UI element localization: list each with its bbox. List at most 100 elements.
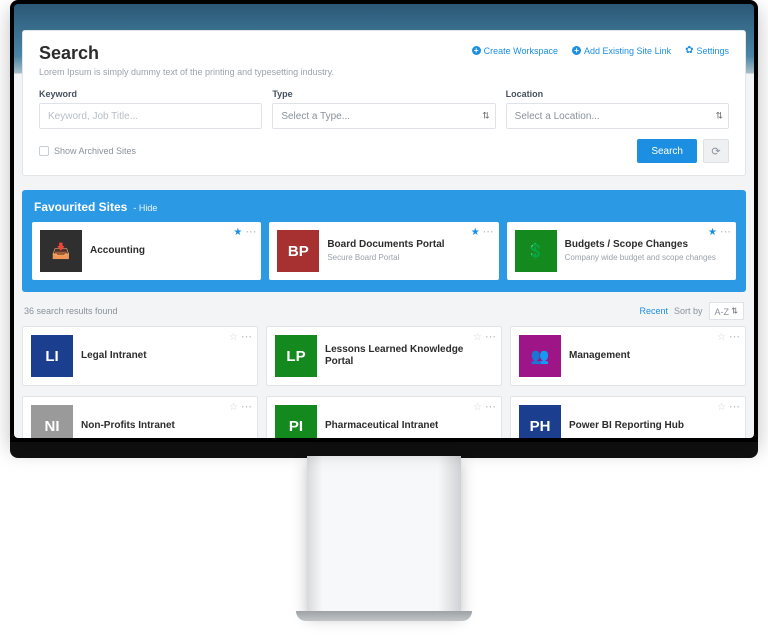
favourites-hide-link[interactable]: - Hide	[133, 203, 157, 213]
more-icon[interactable]: ⋯	[485, 333, 496, 343]
location-select[interactable]: Select a Location... ⇅	[506, 103, 729, 129]
star-icon[interactable]: ★	[471, 227, 480, 238]
more-icon[interactable]: ⋯	[720, 228, 731, 238]
archived-text: Show Archived Sites	[54, 146, 136, 156]
settings-label: Settings	[696, 46, 729, 56]
monitor-frame: Search Lorem Ipsum is simply dummy text …	[10, 0, 758, 442]
results-row: NI Non-Profits Intranet ☆ ⋯ PI Pharmaceu…	[22, 396, 746, 438]
search-card: Search Lorem Ipsum is simply dummy text …	[22, 30, 746, 176]
type-selected: Select a Type...	[272, 103, 495, 129]
site-card[interactable]: 👥 Management ☆ ⋯	[510, 326, 746, 386]
sort-controls: Recent Sort by A-Z ⇅	[639, 302, 744, 320]
keyword-label: Keyword	[39, 89, 262, 99]
site-card-body: Accounting	[90, 245, 145, 257]
more-icon[interactable]: ⋯	[485, 403, 496, 413]
location-selected: Select a Location...	[506, 103, 729, 129]
sort-value: A-Z	[709, 302, 745, 320]
type-select[interactable]: Select a Type... ⇅	[272, 103, 495, 129]
site-tile: PH	[519, 405, 561, 438]
site-tile: LI	[31, 335, 73, 377]
gear-icon: ✿	[685, 45, 693, 56]
card-actions: ☆ ⋯	[229, 332, 252, 343]
site-description: Secure Board Portal	[327, 253, 444, 263]
sort-select[interactable]: A-Z ⇅	[709, 302, 745, 320]
site-tile: 💲	[515, 230, 557, 272]
page: Search Lorem Ipsum is simply dummy text …	[14, 4, 754, 438]
results-count: 36 search results found	[24, 306, 118, 316]
site-tile: PI	[275, 405, 317, 438]
more-icon[interactable]: ⋯	[241, 403, 252, 413]
site-tile: NI	[31, 405, 73, 438]
favourites-row: 📥 Accounting ★ ⋯ BP Board Documents Port…	[32, 222, 736, 280]
create-workspace-label: Create Workspace	[484, 46, 558, 56]
settings-link[interactable]: ✿Settings	[685, 45, 729, 56]
site-title: Budgets / Scope Changes	[565, 239, 716, 251]
site-title: Management	[569, 350, 630, 362]
star-icon[interactable]: ☆	[717, 402, 726, 413]
type-field: Type Select a Type... ⇅	[272, 89, 495, 129]
results-meta: 36 search results found Recent Sort by A…	[22, 302, 746, 320]
location-label: Location	[506, 89, 729, 99]
site-card-body: Management	[569, 350, 630, 362]
site-card-body: Budgets / Scope Changes Company wide bud…	[565, 239, 716, 263]
filter-row-2: Show Archived Sites Search ⟳	[39, 139, 729, 163]
site-title: Non-Profits Intranet	[81, 420, 175, 432]
add-site-link[interactable]: +Add Existing Site Link	[572, 46, 671, 56]
search-button[interactable]: Search	[637, 139, 697, 163]
site-card-body: Power BI Reporting Hub	[569, 420, 684, 432]
plus-icon: +	[572, 46, 581, 55]
site-tile: LP	[275, 335, 317, 377]
star-icon[interactable]: ☆	[473, 402, 482, 413]
archived-checkbox[interactable]	[39, 146, 49, 156]
more-icon[interactable]: ⋯	[245, 228, 256, 238]
header-actions: +Create Workspace +Add Existing Site Lin…	[472, 45, 729, 56]
site-card[interactable]: 📥 Accounting ★ ⋯	[32, 222, 261, 280]
card-actions: ★ ⋯	[471, 227, 494, 238]
monitor-stand	[307, 456, 461, 612]
star-icon[interactable]: ☆	[229, 332, 238, 343]
card-actions: ☆ ⋯	[717, 332, 740, 343]
monitor-base	[296, 611, 472, 621]
card-actions: ☆ ⋯	[229, 402, 252, 413]
star-icon[interactable]: ☆	[229, 402, 238, 413]
star-icon[interactable]: ★	[708, 227, 717, 238]
create-workspace-link[interactable]: +Create Workspace	[472, 46, 558, 56]
keyword-input[interactable]	[39, 103, 262, 129]
site-tile: BP	[277, 230, 319, 272]
sort-label: Sort by	[674, 306, 703, 316]
reset-button[interactable]: ⟳	[703, 139, 729, 163]
site-card[interactable]: PI Pharmaceutical Intranet ☆ ⋯	[266, 396, 502, 438]
star-icon[interactable]: ☆	[473, 332, 482, 343]
site-card[interactable]: 💲 Budgets / Scope Changes Company wide b…	[507, 222, 736, 280]
more-icon[interactable]: ⋯	[483, 228, 494, 238]
site-card-body: Lessons Learned Knowledge Portal	[325, 344, 493, 368]
favourites-title: Favourited Sites	[34, 200, 127, 214]
refresh-icon: ⟳	[711, 145, 720, 158]
more-icon[interactable]: ⋯	[729, 333, 740, 343]
site-card[interactable]: BP Board Documents Portal Secure Board P…	[269, 222, 498, 280]
site-card[interactable]: PH Power BI Reporting Hub ☆ ⋯	[510, 396, 746, 438]
recent-link[interactable]: Recent	[639, 306, 668, 316]
archived-checkbox-label[interactable]: Show Archived Sites	[39, 146, 136, 156]
site-title: Pharmaceutical Intranet	[325, 420, 438, 432]
search-header: Search Lorem Ipsum is simply dummy text …	[39, 43, 729, 77]
search-actions: Search ⟳	[637, 139, 729, 163]
star-icon[interactable]: ★	[233, 227, 242, 238]
screen: Search Lorem Ipsum is simply dummy text …	[14, 4, 754, 438]
card-actions: ☆ ⋯	[717, 402, 740, 413]
site-card-body: Legal Intranet	[81, 350, 147, 362]
site-card[interactable]: LP Lessons Learned Knowledge Portal ☆ ⋯	[266, 326, 502, 386]
more-icon[interactable]: ⋯	[729, 403, 740, 413]
page-subtitle: Lorem Ipsum is simply dummy text of the …	[39, 67, 334, 77]
more-icon[interactable]: ⋯	[241, 333, 252, 343]
favourites-header: Favourited Sites - Hide	[32, 200, 736, 214]
page-title: Search	[39, 43, 334, 64]
site-tile: 📥	[40, 230, 82, 272]
star-icon[interactable]: ☆	[717, 332, 726, 343]
card-actions: ☆ ⋯	[473, 332, 496, 343]
site-card[interactable]: LI Legal Intranet ☆ ⋯	[22, 326, 258, 386]
favourites-panel: Favourited Sites - Hide 📥 Accounting ★ ⋯…	[22, 190, 746, 292]
site-card[interactable]: NI Non-Profits Intranet ☆ ⋯	[22, 396, 258, 438]
keyword-field: Keyword	[39, 89, 262, 129]
site-title: Legal Intranet	[81, 350, 147, 362]
